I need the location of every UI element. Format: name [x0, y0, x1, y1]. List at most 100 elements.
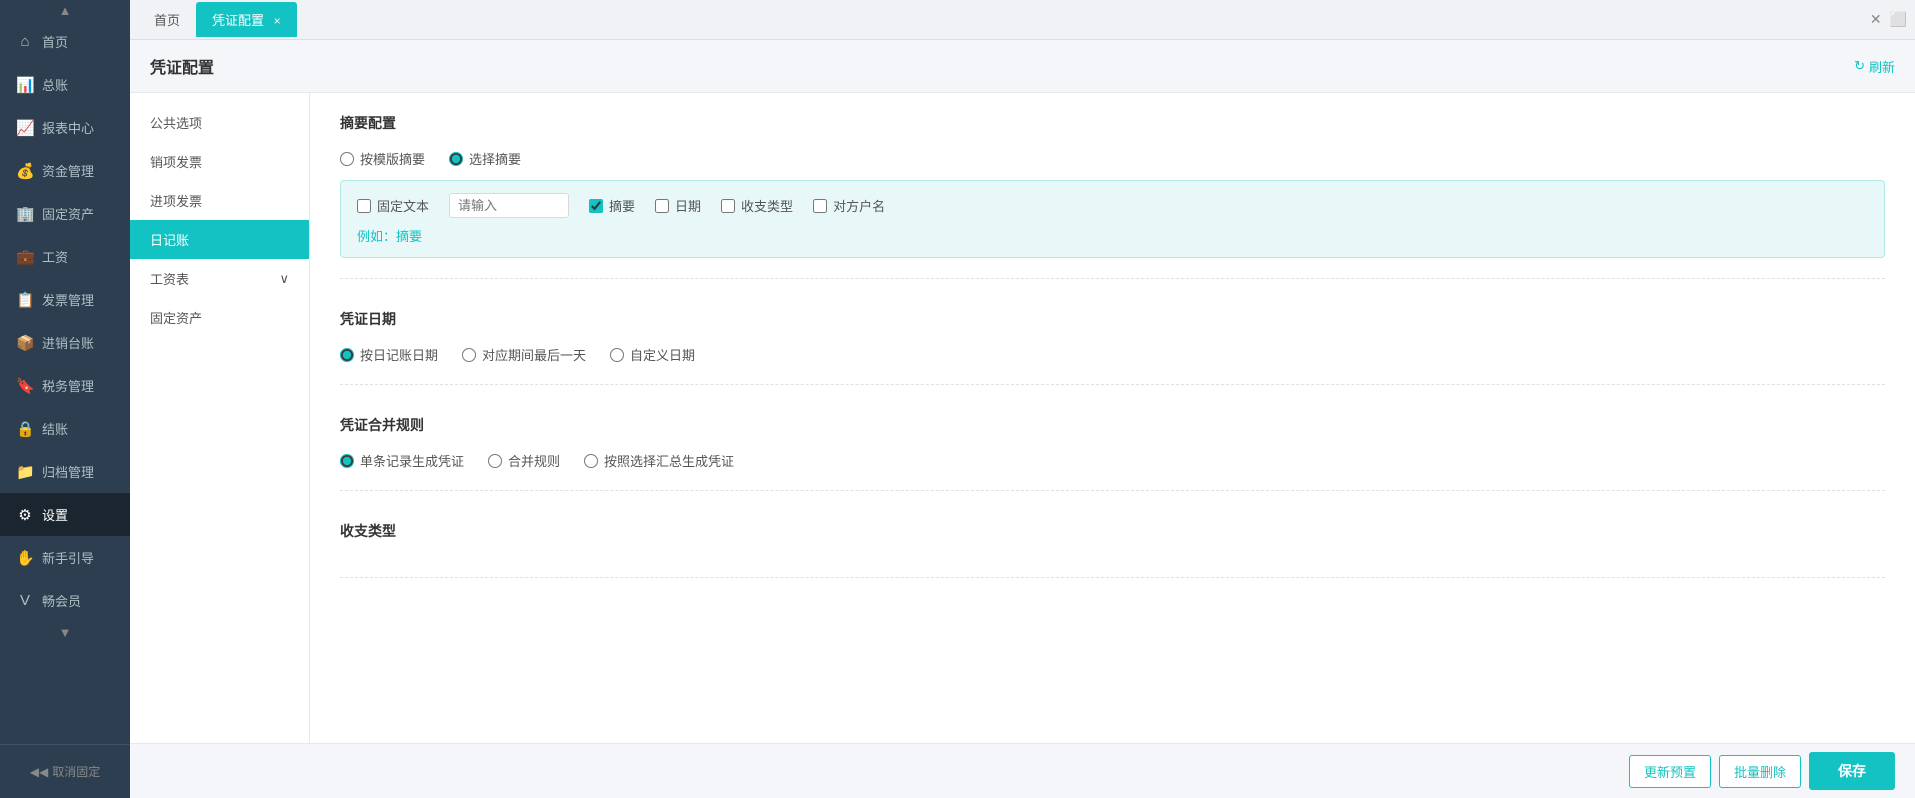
guide-icon: ✋ [16, 549, 34, 567]
radio-by-diary-date[interactable]: 按日记账日期 [340, 345, 438, 364]
left-nav-purchase-invoice[interactable]: 进项发票 [130, 181, 309, 220]
radio-custom-date[interactable]: 自定义日期 [610, 345, 695, 364]
checkbox-income-type[interactable]: 收支类型 [721, 196, 793, 215]
checkbox-income-type-input[interactable] [721, 199, 735, 213]
checkbox-date-input[interactable] [655, 199, 669, 213]
merge-rules-section: 凭证合并规则 单条记录生成凭证 合并规则 按照选择汇总生成凭证 [340, 415, 1885, 491]
refresh-button[interactable]: ↻ 刷新 [1854, 57, 1895, 76]
radio-select-summary-input[interactable] [449, 152, 463, 166]
left-nav-public[interactable]: 公共选项 [130, 103, 309, 142]
radio-by-selection[interactable]: 按照选择汇总生成凭证 [584, 451, 734, 470]
sidebar-scroll-up[interactable]: ▲ [0, 0, 130, 20]
tab-actions: ✕ ⬜ [1870, 11, 1907, 28]
radio-template-summary-input[interactable] [340, 152, 354, 166]
radio-single-record-input[interactable] [340, 454, 354, 468]
capital-icon: 💰 [16, 162, 34, 180]
radio-merge-rule[interactable]: 合并规则 [488, 451, 560, 470]
voucher-date-title: 凭证日期 [340, 309, 1885, 329]
archive-icon: 📁 [16, 463, 34, 481]
update-preset-button[interactable]: 更新预置 [1629, 755, 1711, 788]
save-button[interactable]: 保存 [1809, 752, 1895, 790]
summary-radio-group: 按模版摘要 选择摘要 [340, 149, 1885, 168]
body-layout: 公共选项 销项发票 进项发票 日记账 工资表 ∨ 固定资产 [130, 93, 1915, 743]
sidebar-scroll-down[interactable]: ▼ [0, 622, 130, 642]
voucher-date-section: 凭证日期 按日记账日期 对应期间最后一天 自定义日期 [340, 309, 1885, 385]
home-icon: ⌂ [16, 33, 34, 50]
page-title: 凭证配置 [150, 54, 214, 78]
assets-icon: 🏢 [16, 205, 34, 223]
tab-voucher-config[interactable]: 凭证配置 × [196, 2, 297, 37]
checkbox-items: 固定文本 摘要 日期 [357, 193, 1868, 218]
left-nav-wage-table[interactable]: 工资表 ∨ [130, 259, 309, 298]
sidebar-item-ledger[interactable]: 📊 总账 [0, 63, 130, 106]
radio-single-record[interactable]: 单条记录生成凭证 [340, 451, 464, 470]
radio-last-day[interactable]: 对应期间最后一天 [462, 345, 586, 364]
checkbox-counterpart[interactable]: 对方户名 [813, 196, 885, 215]
sidebar-item-assets[interactable]: 🏢 固定资产 [0, 192, 130, 235]
radio-select-summary[interactable]: 选择摘要 [449, 149, 521, 168]
sidebar-pin-button[interactable]: ◀◀ 取消固定 [0, 755, 130, 788]
summary-section-title: 摘要配置 [340, 113, 1885, 133]
merge-rules-radio-group: 单条记录生成凭证 合并规则 按照选择汇总生成凭证 [340, 451, 1885, 470]
sidebar-item-capital[interactable]: 💰 资金管理 [0, 149, 130, 192]
right-content: 摘要配置 按模版摘要 选择摘要 [310, 93, 1915, 743]
sidebar-item-tax[interactable]: 🔖 税务管理 [0, 364, 130, 407]
checkbox-date[interactable]: 日期 [655, 196, 701, 215]
sales-icon: 📦 [16, 334, 34, 352]
pin-left-arrow: ◀◀ [30, 765, 48, 779]
voucher-date-radio-group: 按日记账日期 对应期间最后一天 自定义日期 [340, 345, 1885, 364]
refresh-icon: ↻ [1854, 58, 1865, 74]
checkbox-fixed-text-input[interactable] [357, 199, 371, 213]
sidebar-item-archive[interactable]: 📁 归档管理 [0, 450, 130, 493]
radio-by-diary-date-input[interactable] [340, 348, 354, 362]
left-nav-diary[interactable]: 日记账 [130, 220, 309, 259]
income-type-title: 收支类型 [340, 521, 1885, 541]
ledger-icon: 📊 [16, 76, 34, 94]
footer-bar: 更新预置 批量删除 保存 [130, 743, 1915, 798]
checkbox-summary-input[interactable] [589, 199, 603, 213]
sidebar-item-settings[interactable]: ⚙ 设置 [0, 493, 130, 536]
radio-custom-date-input[interactable] [610, 348, 624, 362]
sidebar-item-sales[interactable]: 📦 进销台账 [0, 321, 130, 364]
sidebar-item-close[interactable]: 🔒 结账 [0, 407, 130, 450]
example-text: 例如：摘要 [357, 226, 1868, 245]
radio-template-summary[interactable]: 按模版摘要 [340, 149, 425, 168]
invoice-icon: 📋 [16, 291, 34, 309]
member-icon: V [16, 592, 34, 609]
tab-home[interactable]: 首页 [138, 2, 196, 37]
window-close-button[interactable]: ✕ [1870, 11, 1882, 28]
window-expand-button[interactable]: ⬜ [1890, 11, 1907, 28]
left-nav-fixed-assets[interactable]: 固定资产 [130, 298, 309, 337]
radio-last-day-input[interactable] [462, 348, 476, 362]
summary-checkbox-row: 固定文本 摘要 日期 [340, 180, 1885, 258]
main-area: 首页 凭证配置 × ✕ ⬜ 凭证配置 ↻ 刷新 公共选项 [130, 0, 1915, 798]
close-account-icon: 🔒 [16, 420, 34, 438]
checkbox-counterpart-input[interactable] [813, 199, 827, 213]
sidebar: ▲ ⌂ 首页 📊 总账 📈 报表中心 💰 资金管理 🏢 固定资产 💼 工资 📋 … [0, 0, 130, 798]
checkbox-summary[interactable]: 摘要 [589, 196, 635, 215]
tab-bar: 首页 凭证配置 × ✕ ⬜ [130, 0, 1915, 40]
left-nav: 公共选项 销项发票 进项发票 日记账 工资表 ∨ 固定资产 [130, 93, 310, 743]
sidebar-item-salary[interactable]: 💼 工资 [0, 235, 130, 278]
salary-icon: 💼 [16, 248, 34, 266]
sidebar-item-report[interactable]: 📈 报表中心 [0, 106, 130, 149]
radio-merge-rule-input[interactable] [488, 454, 502, 468]
income-type-section: 收支类型 [340, 521, 1885, 578]
tab-close-icon[interactable]: × [274, 14, 281, 28]
left-nav-sales-invoice[interactable]: 销项发票 [130, 142, 309, 181]
fixed-text-input[interactable] [449, 193, 569, 218]
sidebar-item-guide[interactable]: ✋ 新手引导 [0, 536, 130, 579]
tax-icon: 🔖 [16, 377, 34, 395]
page-header: 凭证配置 ↻ 刷新 [130, 40, 1915, 93]
batch-delete-button[interactable]: 批量删除 [1719, 755, 1801, 788]
radio-by-selection-input[interactable] [584, 454, 598, 468]
content-area: 凭证配置 ↻ 刷新 公共选项 销项发票 进项发票 日记账 [130, 40, 1915, 798]
sidebar-item-home[interactable]: ⌂ 首页 [0, 20, 130, 63]
chevron-down-icon: ∨ [279, 271, 289, 287]
summary-section: 摘要配置 按模版摘要 选择摘要 [340, 113, 1885, 279]
sidebar-item-member[interactable]: V 畅会员 [0, 579, 130, 622]
sidebar-item-invoice[interactable]: 📋 发票管理 [0, 278, 130, 321]
checkbox-fixed-text[interactable]: 固定文本 [357, 196, 429, 215]
merge-rules-title: 凭证合并规则 [340, 415, 1885, 435]
settings-icon: ⚙ [16, 506, 34, 524]
